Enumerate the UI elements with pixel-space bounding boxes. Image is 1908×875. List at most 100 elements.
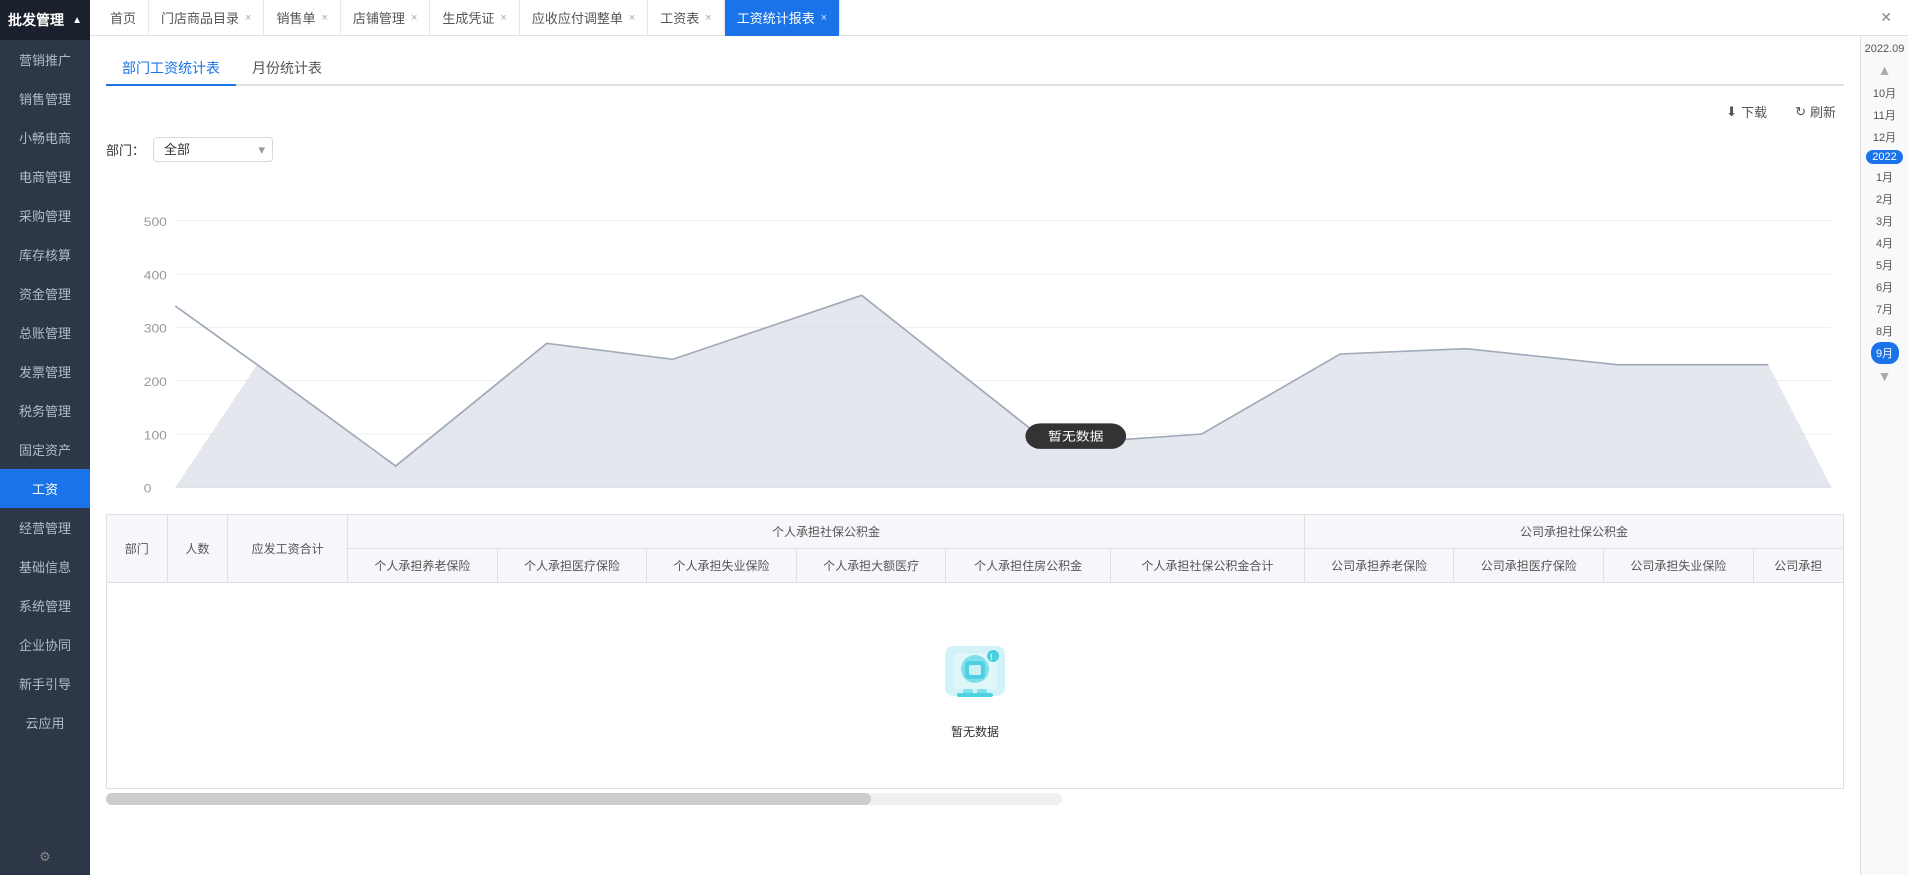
table-col-1: 个人承担医疗保险 (497, 549, 647, 583)
col-personal-group: 个人承担社保公积金 (348, 515, 1305, 549)
tab-close-1[interactable]: × (245, 12, 251, 24)
svg-text:200: 200 (144, 375, 167, 389)
download-label: 下载 (1741, 102, 1767, 121)
timeline-jan[interactable]: 1月 (1861, 166, 1908, 188)
tab-0[interactable]: 首页 (98, 0, 149, 36)
col-total-salary: 应发工资合计 (228, 515, 348, 583)
dept-select[interactable]: 全部 (153, 137, 273, 162)
tab-close-5[interactable]: × (629, 12, 635, 24)
tab-7[interactable]: 工资统计报表× (725, 0, 840, 36)
filter-row: 部门： 全部 (106, 137, 1844, 162)
sidebar: 批发管理 ▲ 营销推广销售管理小畅电商电商管理采购管理库存核算资金管理总账管理发… (0, 0, 90, 875)
timeline-nov[interactable]: 11月 (1861, 104, 1908, 126)
timeline-jun[interactable]: 6月 (1861, 276, 1908, 298)
empty-text: 暂无数据 (951, 723, 999, 740)
table-col-7: 公司承担医疗保险 (1454, 549, 1604, 583)
data-table: 部门 人数 应发工资合计 个人承担社保公积金 公司承担社保公积金 个人承担养老保… (106, 514, 1844, 789)
sidebar-item-15[interactable]: 企业协同 (0, 625, 90, 664)
sidebar-item-0[interactable]: 营销推广 (0, 40, 90, 79)
table-col-9: 公司承担 (1753, 549, 1843, 583)
tab-actions: ✕ (1872, 5, 1900, 30)
svg-text:0: 0 (144, 482, 152, 496)
settings-button[interactable]: ⚙ (0, 839, 90, 875)
svg-text:!: ! (990, 653, 993, 662)
table-empty-cell: ! 暂无数据 (107, 583, 1844, 789)
svg-text:500: 500 (144, 215, 167, 229)
tab-close-2[interactable]: × (321, 12, 327, 24)
chart-container: 0 100 200 300 400 500 (106, 178, 1844, 498)
svg-text:100: 100 (144, 428, 167, 442)
svg-text:400: 400 (144, 268, 167, 282)
sidebar-collapse-icon: ▲ (72, 15, 82, 26)
col-count: 人数 (167, 515, 228, 583)
empty-state: ! 暂无数据 (119, 591, 1831, 780)
gear-icon: ⚙ (39, 849, 51, 864)
close-all-tabs-button[interactable]: ✕ (1872, 5, 1900, 30)
table-col-0: 个人承担养老保险 (348, 549, 498, 583)
sidebar-item-1[interactable]: 销售管理 (0, 79, 90, 118)
refresh-button[interactable]: ↻ 刷新 (1787, 98, 1844, 125)
sub-tab-bar: 部门工资统计表月份统计表 (106, 52, 1844, 86)
svg-text:暂无数据: 暂无数据 (1048, 429, 1104, 443)
tab-close-6[interactable]: × (705, 12, 711, 24)
svg-text:300: 300 (144, 322, 167, 336)
sidebar-item-8[interactable]: 发票管理 (0, 352, 90, 391)
timeline-oct[interactable]: 10月 (1861, 82, 1908, 104)
table-col-3: 个人承担大额医疗 (796, 549, 946, 583)
sidebar-header[interactable]: 批发管理 ▲ (0, 0, 90, 40)
table-col-2: 个人承担失业保险 (647, 549, 797, 583)
tab-close-3[interactable]: × (411, 12, 417, 24)
sub-tab-0[interactable]: 部门工资统计表 (106, 52, 236, 86)
timeline-jul[interactable]: 7月 (1861, 298, 1908, 320)
tab-close-7[interactable]: × (821, 12, 827, 24)
timeline-dec[interactable]: 12月 (1861, 126, 1908, 148)
timeline-apr[interactable]: 4月 (1861, 232, 1908, 254)
timeline-aug[interactable]: 8月 (1861, 320, 1908, 342)
sidebar-item-12[interactable]: 经营管理 (0, 508, 90, 547)
tab-4[interactable]: 生成凭证× (430, 0, 519, 36)
tab-1[interactable]: 门店商品目录× (149, 0, 264, 36)
timeline-mar[interactable]: 3月 (1861, 210, 1908, 232)
download-icon: ⬇ (1726, 104, 1737, 120)
download-button[interactable]: ⬇ 下载 (1718, 98, 1775, 125)
horizontal-scrollbar[interactable] (106, 793, 1062, 805)
timeline-year-label: 2022.09 (1861, 40, 1908, 58)
timeline-up-button[interactable]: ▲ (1874, 58, 1896, 82)
sidebar-item-16[interactable]: 新手引导 (0, 664, 90, 703)
chart-svg: 0 100 200 300 400 500 (106, 178, 1844, 498)
timeline-may[interactable]: 5月 (1861, 254, 1908, 276)
sidebar-item-2[interactable]: 小畅电商 (0, 118, 90, 157)
timeline-feb[interactable]: 2月 (1861, 188, 1908, 210)
year-badge: 2022 (1866, 150, 1902, 164)
sidebar-title: 批发管理 (8, 10, 64, 30)
sidebar-item-14[interactable]: 系统管理 (0, 586, 90, 625)
tab-5[interactable]: 应收应付调整单× (520, 0, 648, 36)
refresh-icon: ↻ (1795, 104, 1806, 120)
col-dept: 部门 (107, 515, 168, 583)
tab-close-4[interactable]: × (500, 12, 506, 24)
table-col-6: 公司承担养老保险 (1304, 549, 1454, 583)
tab-6[interactable]: 工资表× (648, 0, 724, 36)
tab-2[interactable]: 销售单× (264, 0, 340, 36)
timeline-down-button[interactable]: ▼ (1874, 364, 1896, 388)
sidebar-item-4[interactable]: 采购管理 (0, 196, 90, 235)
refresh-label: 刷新 (1810, 102, 1836, 121)
content-area: 部门工资统计表月份统计表 ⬇ 下载 ↻ 刷新 部门： 全部 (90, 36, 1908, 875)
timeline-sep[interactable]: 9月 (1871, 342, 1899, 364)
sidebar-item-17[interactable]: 云应用 (0, 703, 90, 742)
sidebar-item-9[interactable]: 税务管理 (0, 391, 90, 430)
sidebar-item-11[interactable]: 工资 (0, 469, 90, 508)
sidebar-item-7[interactable]: 总账管理 (0, 313, 90, 352)
dept-select-wrapper: 全部 (153, 137, 273, 162)
col-company-group: 公司承担社保公积金 (1304, 515, 1843, 549)
sub-tab-1[interactable]: 月份统计表 (236, 52, 338, 86)
table-col-8: 公司承担失业保险 (1604, 549, 1754, 583)
sidebar-item-5[interactable]: 库存核算 (0, 235, 90, 274)
page: 部门工资统计表月份统计表 ⬇ 下载 ↻ 刷新 部门： 全部 (90, 36, 1860, 875)
tab-3[interactable]: 店铺管理× (341, 0, 430, 36)
sidebar-item-6[interactable]: 资金管理 (0, 274, 90, 313)
sidebar-item-10[interactable]: 固定资产 (0, 430, 90, 469)
sidebar-item-3[interactable]: 电商管理 (0, 157, 90, 196)
sidebar-item-13[interactable]: 基础信息 (0, 547, 90, 586)
toolbar: ⬇ 下载 ↻ 刷新 (106, 98, 1844, 125)
